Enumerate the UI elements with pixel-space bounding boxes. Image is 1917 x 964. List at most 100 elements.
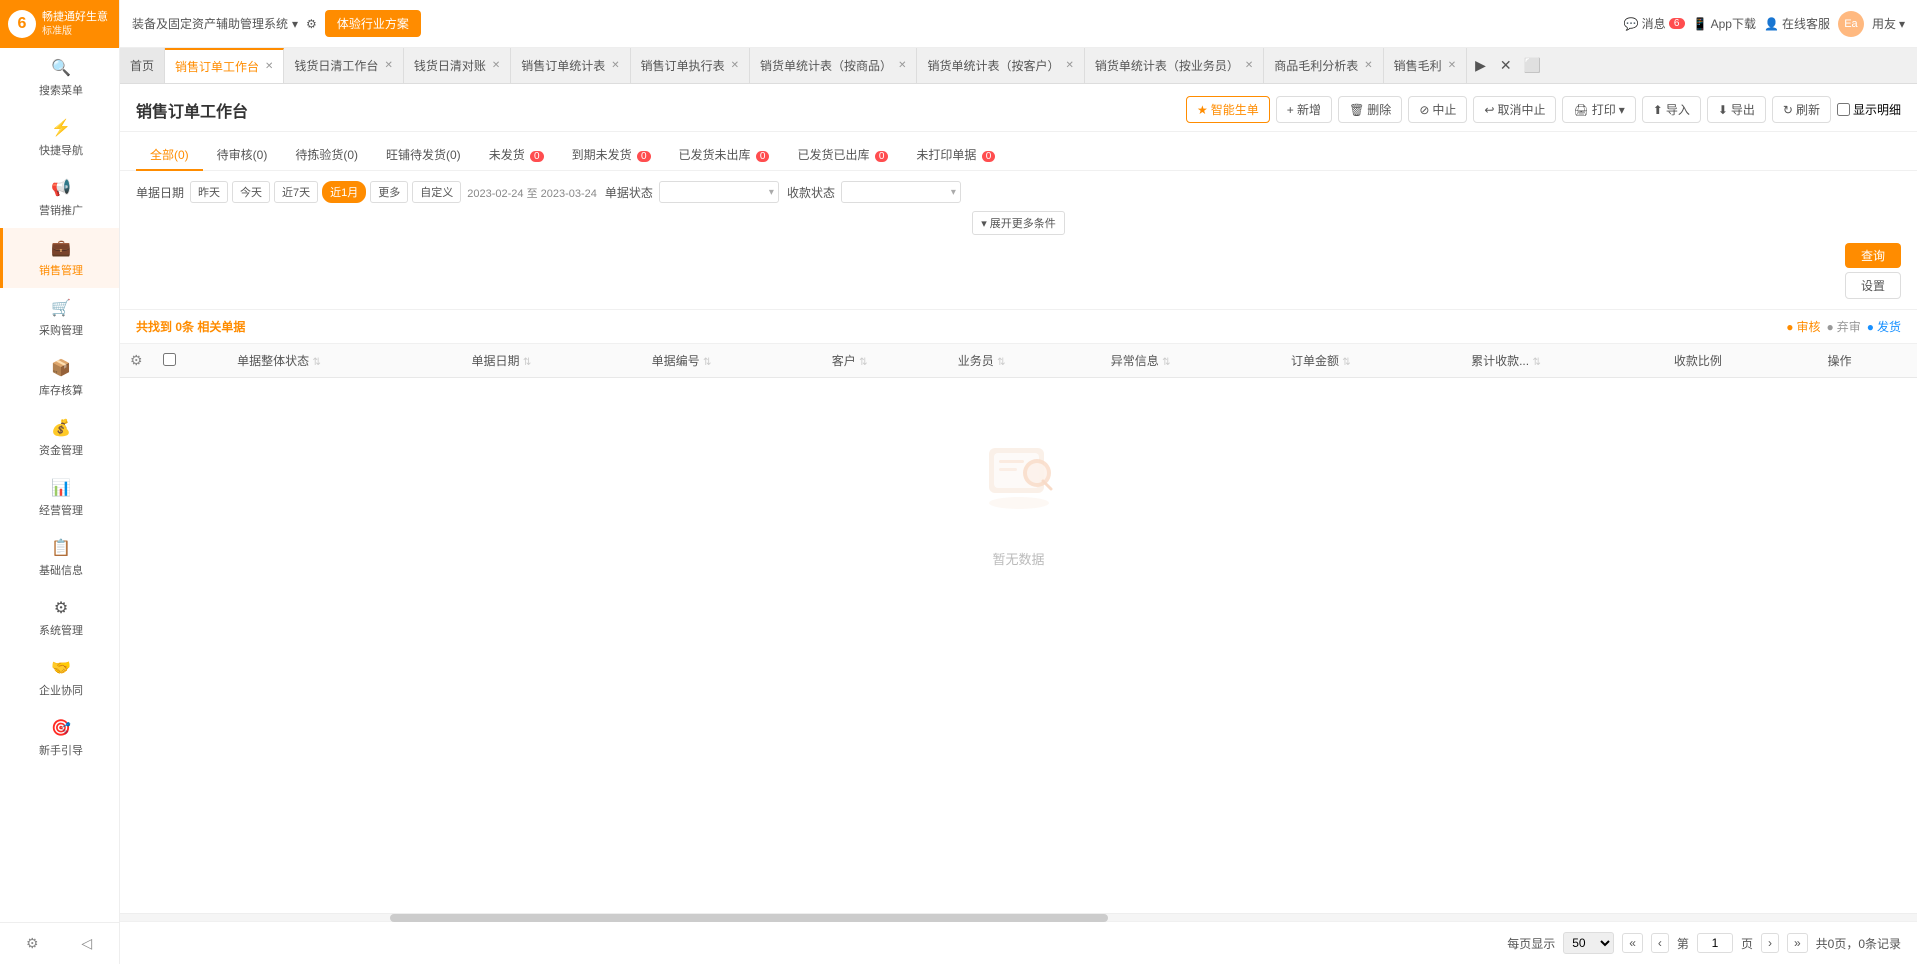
tab-sales-order[interactable]: 销售订单工作台 ✕ — [165, 48, 284, 84]
date-btn-more[interactable]: 更多 — [370, 181, 408, 203]
tab-home[interactable]: 首页 — [120, 48, 165, 84]
tab-close-icon[interactable]: ✕ — [1448, 60, 1456, 71]
tab-close-icon[interactable]: ✕ — [1364, 60, 1372, 71]
topbar-settings-btn[interactable]: ⚙ — [306, 17, 317, 31]
tabbar-more-btn[interactable]: ▶ — [1467, 57, 1494, 74]
sidebar-collapse-btn[interactable]: ◁ — [63, 931, 112, 956]
scrollbar-thumb[interactable] — [390, 914, 1109, 922]
sidebar-item-system[interactable]: ⚙ 系统管理 — [0, 588, 119, 648]
date-btn-1month[interactable]: 近1月 — [322, 181, 366, 203]
print-label: 打印 — [1592, 101, 1616, 118]
col-salesman-sort[interactable]: ⇅ — [997, 357, 1005, 368]
tab-close-icon[interactable]: ✕ — [384, 60, 392, 71]
sidebar-item-purchase[interactable]: 🛒 采购管理 — [0, 288, 119, 348]
refresh-btn[interactable]: ↻ 刷新 — [1772, 96, 1831, 123]
per-page-select[interactable]: 50 100 200 — [1563, 932, 1614, 954]
status-select[interactable] — [659, 181, 779, 203]
column-settings-icon[interactable]: ⚙ — [130, 352, 143, 368]
sub-tab-pending-audit[interactable]: 待审核(0) — [203, 140, 282, 171]
tab-close-icon[interactable]: ✕ — [1245, 60, 1253, 71]
sidebar-item-finance[interactable]: 💰 资金管理 — [0, 408, 119, 468]
date-btn-today[interactable]: 今天 — [232, 181, 270, 203]
tab-shipment-customer[interactable]: 销货单统计表（按客户） ✕ — [917, 48, 1084, 84]
sub-tab-shipped-out[interactable]: 已发货已出库 0 — [783, 140, 902, 171]
sidebar-item-collab[interactable]: 🤝 企业协同 — [0, 648, 119, 708]
prev-page-btn[interactable]: ‹ — [1651, 933, 1669, 953]
sub-tab-all[interactable]: 全部(0) — [136, 140, 203, 171]
import-btn[interactable]: ⬆ 导入 — [1642, 96, 1701, 123]
first-page-btn[interactable]: « — [1622, 933, 1643, 953]
app-download-btn[interactable]: 📱 App下载 — [1693, 15, 1756, 32]
tab-shipment-product[interactable]: 销货单统计表（按商品） ✕ — [750, 48, 917, 84]
sidebar-item-marketing[interactable]: 📢 营销推广 — [0, 168, 119, 228]
col-customer-sort[interactable]: ⇅ — [859, 357, 867, 368]
tabbar-close-all-btn[interactable]: ✕ — [1494, 57, 1518, 74]
tab-margin-analysis[interactable]: 商品毛利分析表 ✕ — [1264, 48, 1383, 84]
sub-tab-wangpu-ship[interactable]: 旺铺待发货(0) — [372, 140, 475, 171]
sidebar-item-sales[interactable]: 💼 销售管理 — [0, 228, 119, 288]
system-title-dropdown[interactable]: 装备及固定资产辅助管理系统 ▾ — [132, 15, 298, 32]
tab-close-icon[interactable]: ✕ — [492, 60, 500, 71]
export-btn[interactable]: ⬇ 导出 — [1707, 96, 1766, 123]
tab-close-icon[interactable]: ✕ — [265, 61, 273, 72]
tab-cash-daily[interactable]: 钱货日清工作台 ✕ — [284, 48, 403, 84]
col-status-sort[interactable]: ⇅ — [312, 357, 320, 368]
show-detail-label[interactable]: 显示明细 — [1837, 101, 1901, 118]
industry-btn[interactable]: 体验行业方案 — [325, 10, 421, 37]
print-btn[interactable]: 🖨 打印 ▾ — [1562, 96, 1635, 123]
sub-tab-shipped-not-out[interactable]: 已发货未出库 0 — [665, 140, 784, 171]
sub-tab-unprinted[interactable]: 未打印单据 0 — [902, 140, 1009, 171]
tab-close-icon[interactable]: ✕ — [731, 60, 739, 71]
tab-sales-margin[interactable]: 销售毛利 ✕ — [1384, 48, 1467, 84]
col-exception-sort[interactable]: ⇅ — [1162, 357, 1170, 368]
audit-btn[interactable]: ● 审核 — [1786, 318, 1820, 335]
sidebar-item-guide[interactable]: 🎯 新手引导 — [0, 708, 119, 768]
abort-btn[interactable]: ⊘ 中止 — [1408, 96, 1467, 123]
user-menu-btn[interactable]: 用友 ▾ — [1872, 15, 1905, 32]
sidebar-item-basic[interactable]: 📋 基础信息 — [0, 528, 119, 588]
page-number-input[interactable] — [1697, 933, 1733, 953]
col-date-sort[interactable]: ⇅ — [523, 357, 531, 368]
cancel-abort-btn[interactable]: ↩ 取消中止 — [1473, 96, 1556, 123]
next-page-btn[interactable]: › — [1761, 933, 1779, 953]
col-cumulative-sort[interactable]: ⇅ — [1532, 357, 1540, 368]
sub-tab-overdue-unshipped[interactable]: 到期未发货 0 — [558, 140, 665, 171]
date-btn-custom[interactable]: 自定义 — [412, 181, 461, 203]
col-amount-sort[interactable]: ⇅ — [1342, 357, 1350, 368]
expand-filter-btn[interactable]: ▾ 展开更多条件 — [972, 211, 1065, 235]
table-scroll-container[interactable]: ⚙ 单据整体状态 ⇅ 单据日期 ⇅ — [120, 344, 1917, 913]
tab-close-icon[interactable]: ✕ — [898, 60, 906, 71]
set-btn[interactable]: 设置 — [1845, 272, 1901, 299]
new-btn[interactable]: + 新增 — [1276, 96, 1332, 123]
sidebar-settings-btn[interactable]: ⚙ — [8, 931, 57, 956]
smart-create-btn[interactable]: ★ 智能生单 — [1186, 96, 1270, 123]
tab-sales-stats[interactable]: 销售订单统计表 ✕ — [511, 48, 630, 84]
online-service-btn[interactable]: 👤 在线客服 — [1764, 15, 1830, 32]
user-avatar[interactable]: Ea — [1838, 11, 1864, 37]
ship-btn[interactable]: ● 发货 — [1867, 318, 1901, 335]
show-detail-checkbox[interactable] — [1837, 103, 1850, 116]
message-btn[interactable]: 💬 消息 6 — [1624, 15, 1685, 32]
date-btn-7days[interactable]: 近7天 — [274, 181, 318, 203]
select-all-checkbox[interactable] — [163, 353, 176, 366]
tab-cash-reconcile[interactable]: 钱货日清对账 ✕ — [404, 48, 511, 84]
tabbar-maximize-btn[interactable]: ⬜ — [1518, 57, 1547, 74]
last-page-btn[interactable]: » — [1787, 933, 1808, 953]
tab-shipment-salesman[interactable]: 销货单统计表（按业务员） ✕ — [1085, 48, 1264, 84]
query-btn[interactable]: 查询 — [1845, 243, 1901, 268]
tab-sales-exec[interactable]: 销售订单执行表 ✕ — [631, 48, 750, 84]
sidebar-item-management[interactable]: 📊 经营管理 — [0, 468, 119, 528]
revoke-btn[interactable]: ● 弃审 — [1826, 318, 1860, 335]
sub-tab-unshipped[interactable]: 未发货 0 — [475, 140, 558, 171]
date-btn-yesterday[interactable]: 昨天 — [190, 181, 228, 203]
payment-select[interactable] — [841, 181, 961, 203]
horizontal-scrollbar[interactable] — [120, 913, 1917, 921]
sidebar-item-nav[interactable]: ⚡ 快捷导航 — [0, 108, 119, 168]
tab-close-icon[interactable]: ✕ — [1065, 60, 1073, 71]
tab-close-icon[interactable]: ✕ — [611, 60, 619, 71]
sidebar-item-search[interactable]: 🔍 搜索菜单 — [0, 48, 119, 108]
sidebar-item-inventory[interactable]: 📦 库存核算 — [0, 348, 119, 408]
delete-btn[interactable]: 🗑 删除 — [1338, 96, 1402, 123]
col-number-sort[interactable]: ⇅ — [703, 357, 711, 368]
sub-tab-pending-inspect[interactable]: 待拣验货(0) — [281, 140, 372, 171]
